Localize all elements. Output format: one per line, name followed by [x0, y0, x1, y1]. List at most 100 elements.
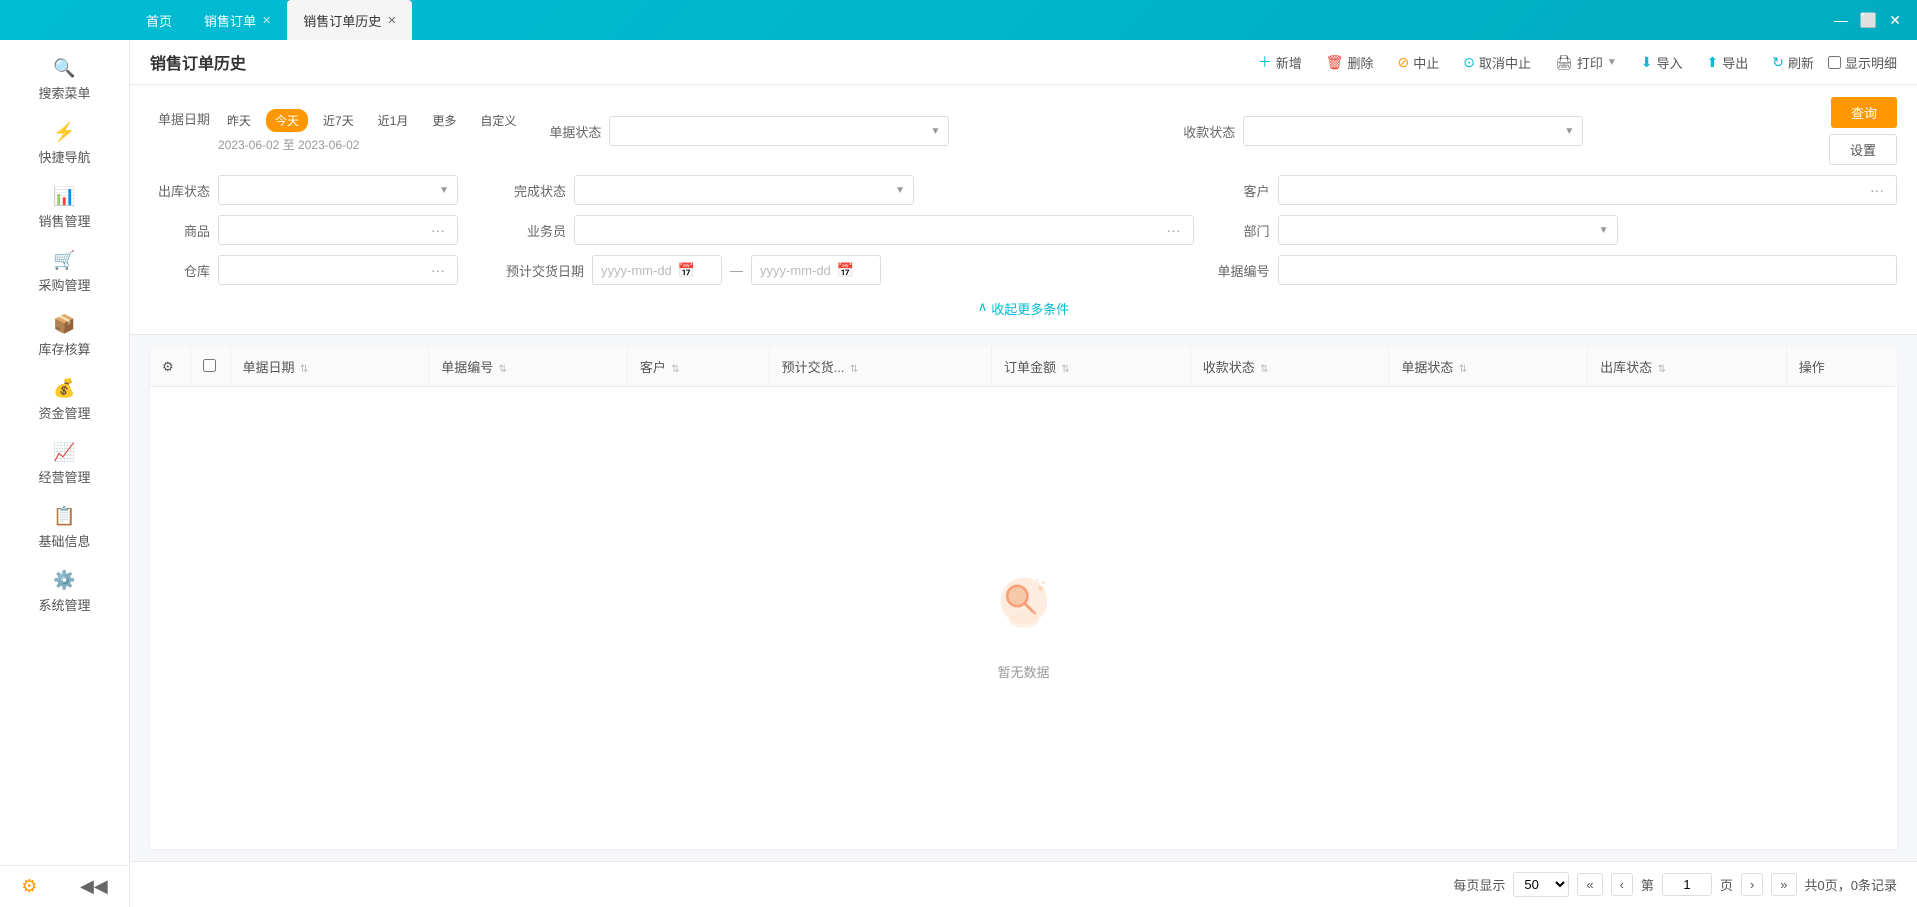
tab-sales-order-history[interactable]: 销售订单历史 ✕: [287, 0, 412, 40]
sort-doc-status-icon[interactable]: ⇅: [1459, 364, 1467, 375]
table-col-expected-delivery[interactable]: 预计交货... ⇅: [769, 347, 991, 387]
page-number-input[interactable]: [1662, 873, 1712, 896]
print-arrow-icon[interactable]: ▼: [1607, 57, 1617, 68]
table-col-order-amount[interactable]: 订单金额 ⇅: [992, 347, 1191, 387]
table-col-outbound-status[interactable]: 出库状态 ⇅: [1588, 347, 1787, 387]
date-tab-7days[interactable]: 近7天: [314, 109, 363, 132]
sidebar-item-system[interactable]: ⚙️ 系统管理: [0, 560, 129, 624]
refresh-button[interactable]: ↻ 刷新: [1762, 49, 1824, 76]
date-tab-today[interactable]: 今天: [266, 109, 308, 132]
maximize-icon[interactable]: ⬜: [1860, 12, 1877, 29]
import-label: 导入: [1656, 53, 1682, 72]
sort-doc-date-icon[interactable]: ⇅: [300, 364, 308, 375]
salesperson-dots-icon[interactable]: ···: [1163, 222, 1185, 238]
collapse-row[interactable]: ∧ 收起更多条件: [150, 295, 1897, 322]
stop-button[interactable]: ⊘ 中止: [1388, 49, 1450, 76]
empty-text: 暂无数据: [997, 662, 1049, 681]
close-window-icon[interactable]: ✕: [1889, 12, 1901, 29]
sidebar-item-quick-nav[interactable]: ⚡ 快捷导航: [0, 112, 129, 176]
table-col-settings[interactable]: ⚙: [150, 347, 190, 387]
basic-info-icon: 📋: [53, 506, 75, 527]
table-col-doc-status[interactable]: 单据状态 ⇅: [1389, 347, 1588, 387]
doc-no-label: 单据编号: [1210, 261, 1270, 280]
first-page-icon: «: [1586, 877, 1593, 892]
table-col-checkbox[interactable]: [190, 347, 230, 387]
date-tab-custom[interactable]: 自定义: [471, 109, 525, 132]
minimize-icon[interactable]: —: [1834, 12, 1848, 28]
dept-label: 部门: [1210, 221, 1270, 240]
goods-dots-icon[interactable]: ···: [427, 222, 449, 238]
sidebar-item-finance[interactable]: 💰 资金管理: [0, 368, 129, 432]
print-button[interactable]: 🖨 打印 ▼: [1545, 49, 1627, 76]
sort-expected-delivery-icon[interactable]: ⇅: [850, 364, 858, 375]
warehouse-dots-icon[interactable]: ···: [427, 262, 449, 278]
tab-sales-order-close[interactable]: ✕: [262, 14, 271, 27]
sort-doc-no-icon[interactable]: ⇅: [499, 364, 507, 375]
tab-sales-order[interactable]: 销售订单 ✕: [188, 0, 287, 40]
customer-dots-icon[interactable]: ···: [1866, 182, 1888, 198]
goods-field[interactable]: ···: [218, 215, 458, 245]
sidebar-item-purchase[interactable]: 🛒 采购管理: [0, 240, 129, 304]
date-tab-1month[interactable]: 近1月: [369, 109, 418, 132]
display-detail-checkbox[interactable]: 显示明细: [1828, 53, 1897, 72]
search-menu-icon: 🔍: [53, 58, 75, 79]
sidebar-sound-icon[interactable]: ◀◀: [80, 876, 108, 897]
sidebar-settings-icon[interactable]: ⚙: [21, 876, 37, 897]
date-tab-yesterday[interactable]: 昨天: [218, 109, 260, 132]
outbound-dropdown[interactable]: ▼: [218, 175, 458, 205]
table-col-doc-no[interactable]: 单据编号 ⇅: [429, 347, 628, 387]
table-col-customer-label: 客户: [640, 360, 666, 375]
table-col-doc-date[interactable]: 单据日期 ⇅: [230, 347, 429, 387]
delete-button[interactable]: 🗑 删除: [1316, 49, 1384, 76]
table-col-payment-status[interactable]: 收款状态 ⇅: [1190, 347, 1389, 387]
sort-payment-status-icon[interactable]: ⇅: [1260, 364, 1268, 375]
doc-no-input[interactable]: [1278, 255, 1898, 285]
first-page-button[interactable]: «: [1577, 873, 1602, 896]
sidebar-item-sales[interactable]: 📊 销售管理: [0, 176, 129, 240]
sort-outbound-status-icon[interactable]: ⇅: [1657, 364, 1665, 375]
customer-label: 客户: [1210, 181, 1270, 200]
status-filter-dropdown[interactable]: ▼: [609, 116, 949, 146]
sidebar-item-inventory[interactable]: 📦 库存核算: [0, 304, 129, 368]
filter-row-4: 仓库 ··· 预计交货日期 yyyy-mm-dd 📅 — yyyy-mm-dd: [150, 255, 1897, 285]
settings-button[interactable]: 设置: [1829, 134, 1897, 165]
sidebar-item-operations[interactable]: 📈 经营管理: [0, 432, 129, 496]
next-page-button[interactable]: ›: [1741, 873, 1763, 896]
expected-date-end-field[interactable]: yyyy-mm-dd 📅: [751, 255, 881, 285]
tab-home[interactable]: 首页: [130, 0, 188, 40]
table-settings-icon[interactable]: ⚙: [162, 359, 174, 374]
last-page-button[interactable]: »: [1771, 873, 1796, 896]
sort-customer-icon[interactable]: ⇅: [671, 364, 679, 375]
query-button[interactable]: 查询: [1831, 97, 1897, 128]
table-col-doc-no-label: 单据编号: [441, 360, 493, 375]
cancel-stop-button[interactable]: ⊙ 取消中止: [1453, 49, 1541, 76]
customer-field[interactable]: ···: [1278, 175, 1898, 205]
sidebar-item-basic-info[interactable]: 📋 基础信息: [0, 496, 129, 560]
salesperson-label: 业务员: [506, 221, 566, 240]
calendar-end-icon[interactable]: 📅: [837, 262, 854, 279]
complete-dropdown[interactable]: ▼: [574, 175, 914, 205]
payment-status-dropdown[interactable]: ▼: [1243, 116, 1583, 146]
complete-label: 完成状态: [506, 181, 566, 200]
tab-sales-order-history-close[interactable]: ✕: [387, 14, 396, 27]
import-button[interactable]: ⬇ 导入: [1631, 49, 1693, 76]
sort-order-amount-icon[interactable]: ⇅: [1061, 364, 1069, 375]
table-col-outbound-status-label: 出库状态: [1600, 360, 1652, 375]
salesperson-field[interactable]: ···: [574, 215, 1194, 245]
dept-dropdown[interactable]: ▼: [1278, 215, 1618, 245]
expected-date-start-field[interactable]: yyyy-mm-dd 📅: [592, 255, 722, 285]
tab-sales-order-label: 销售订单: [204, 11, 256, 30]
warehouse-field[interactable]: ···: [218, 255, 458, 285]
outbound-arrow-icon: ▼: [439, 185, 449, 196]
outbound-label: 出库状态: [150, 181, 210, 200]
calendar-start-icon[interactable]: 📅: [678, 262, 695, 279]
table-col-customer[interactable]: 客户 ⇅: [627, 347, 769, 387]
sidebar-item-search-menu[interactable]: 🔍 搜索菜单: [0, 48, 129, 112]
export-button[interactable]: ⬆ 导出: [1696, 49, 1758, 76]
date-tab-more[interactable]: 更多: [423, 109, 465, 132]
select-all-checkbox[interactable]: [203, 359, 216, 372]
new-button[interactable]: ＋ 新增: [1248, 48, 1312, 76]
display-detail-input[interactable]: [1828, 56, 1841, 69]
per-page-select[interactable]: 20 50 100: [1513, 872, 1569, 897]
prev-page-button[interactable]: ‹: [1611, 873, 1633, 896]
